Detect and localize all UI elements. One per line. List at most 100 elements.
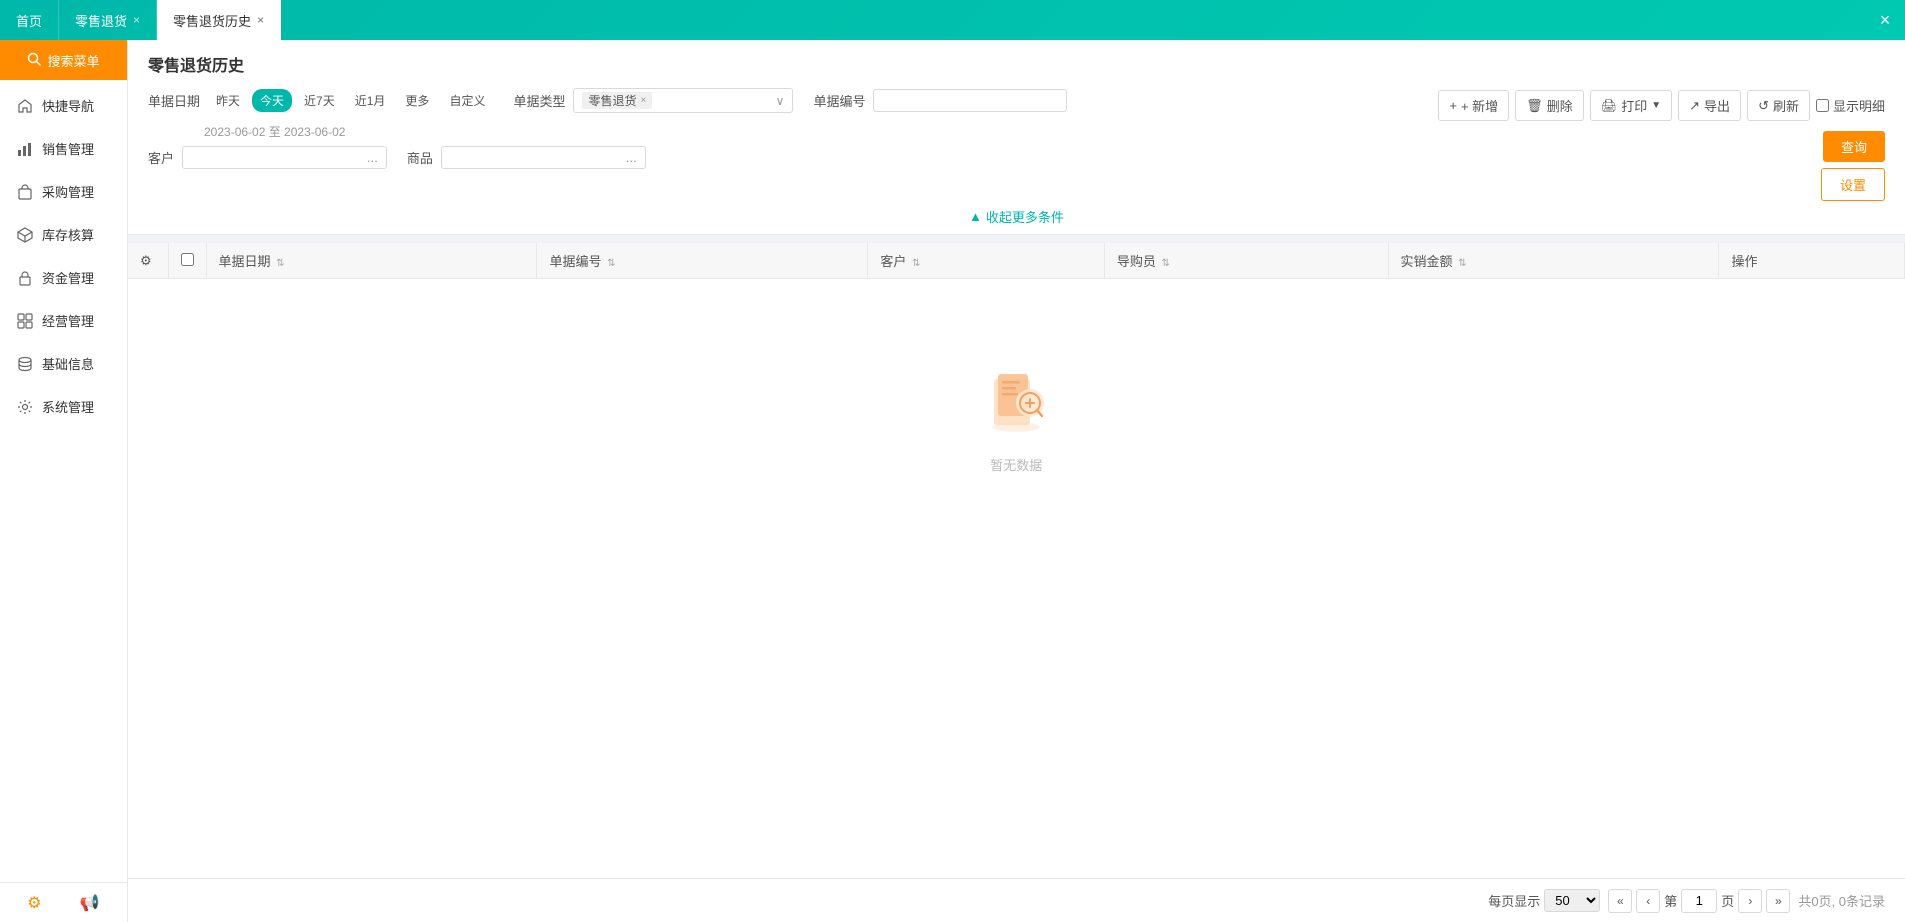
delete-button[interactable]: 🗑 删除 — [1515, 90, 1584, 121]
th-customer-label: 客户 — [880, 254, 906, 269]
filter-customer-input[interactable] — [191, 150, 367, 165]
th-guide-label: 导购员 — [1117, 254, 1156, 269]
query-button[interactable]: 查询 — [1823, 131, 1885, 162]
filter-goods-input[interactable] — [450, 150, 626, 165]
export-button[interactable]: ↗ 导出 — [1678, 90, 1741, 121]
th-amount-sort-icon: ⇅ — [1458, 258, 1466, 269]
bag-icon — [16, 183, 34, 201]
database-icon — [16, 355, 34, 373]
filter-goods-item: 商品 ... — [407, 146, 646, 169]
sidebar-item-finance[interactable]: 资金管理 — [0, 256, 127, 299]
th-checkbox[interactable] — [168, 243, 206, 279]
th-ops: 操作 — [1719, 243, 1905, 279]
next-page-button[interactable]: › — [1738, 889, 1762, 913]
customer-dots-icon[interactable]: ... — [367, 150, 378, 165]
show-detail-checkbox-wrap[interactable]: 显示明细 — [1816, 96, 1885, 115]
table-body: 暂无数据 — [128, 279, 1905, 555]
filter-customer-wrap: ... — [182, 146, 387, 169]
type-tag-label: 零售退货 — [588, 92, 636, 109]
tab-bar: 首页 零售退货 × 零售退货历史 × — [0, 0, 1865, 40]
sidebar-item-basic[interactable]: 基础信息 — [0, 342, 127, 385]
sidebar-item-purchase[interactable]: 采购管理 — [0, 170, 127, 213]
tab-retail-return-close[interactable]: × — [133, 13, 140, 27]
sidebar-item-quick-nav-label: 快捷导航 — [42, 96, 94, 115]
th-customer-sort-icon: ⇅ — [912, 258, 920, 269]
table-settings-icon[interactable]: ⚙ — [140, 253, 152, 268]
type-select-arrow-icon: ∨ — [776, 94, 785, 108]
date-btn-1month[interactable]: 近1月 — [347, 89, 394, 112]
page-nav: « ‹ 第 页 › » — [1608, 889, 1790, 913]
type-tag-close[interactable]: × — [640, 95, 646, 106]
sidebar-item-purchase-label: 采购管理 — [42, 182, 94, 201]
filter-goods-wrap: ... — [441, 146, 646, 169]
top-bar: 首页 零售退货 × 零售退货历史 × × — [0, 0, 1905, 40]
sidebar-item-operation[interactable]: 经营管理 — [0, 299, 127, 342]
filter-customer-item: 客户 ... — [148, 146, 387, 169]
th-date-label: 单据日期 — [219, 254, 271, 269]
empty-icon — [976, 359, 1056, 439]
sidebar-item-sales[interactable]: 销售管理 — [0, 127, 127, 170]
tab-retail-return[interactable]: 零售退货 × — [59, 0, 157, 40]
show-detail-checkbox[interactable] — [1816, 99, 1829, 112]
first-page-button[interactable]: « — [1608, 889, 1632, 913]
main-layout: 搜索菜单 快捷导航 销售管理 — [0, 40, 1905, 922]
date-btn-today[interactable]: 今天 — [252, 89, 292, 112]
tab-home[interactable]: 首页 — [0, 0, 59, 40]
th-guide-sort-icon: ⇅ — [1161, 258, 1169, 269]
date-filter: 昨天 今天 近7天 近1月 更多 自定义 — [208, 89, 493, 112]
new-button[interactable]: + + 新增 — [1438, 90, 1509, 121]
th-number-label: 单据编号 — [549, 254, 601, 269]
delete-icon: 🗑 — [1526, 98, 1543, 114]
sidebar-item-system[interactable]: 系统管理 — [0, 385, 127, 428]
per-page-select-wrap: 每页显示 10 20 50 100 — [1488, 889, 1600, 912]
date-btn-yesterday[interactable]: 昨天 — [208, 89, 248, 112]
th-guide[interactable]: 导购员 ⇅ — [1104, 243, 1388, 279]
tab-home-label: 首页 — [16, 11, 42, 30]
print-button[interactable]: 🖨 打印 ▼ — [1590, 90, 1672, 121]
settings-button[interactable]: 设置 — [1821, 168, 1885, 201]
th-settings[interactable]: ⚙ — [128, 243, 168, 279]
th-amount[interactable]: 实销金额 ⇅ — [1388, 243, 1719, 279]
page-input-wrap: 第 页 — [1664, 889, 1734, 913]
gear-icon — [16, 398, 34, 416]
date-btn-more[interactable]: 更多 — [397, 89, 437, 112]
th-date-sort-icon: ⇅ — [276, 258, 284, 269]
tab-retail-return-history-close[interactable]: × — [257, 13, 264, 27]
new-icon: + — [1449, 98, 1457, 113]
sidebar-item-inventory[interactable]: 库存核算 — [0, 213, 127, 256]
filter-number-input[interactable] — [882, 93, 1058, 108]
th-customer[interactable]: 客户 ⇅ — [868, 243, 1104, 279]
sidebar-search[interactable]: 搜索菜单 — [0, 40, 127, 80]
window-close-button[interactable]: × — [1865, 0, 1905, 40]
th-number-sort-icon: ⇅ — [607, 258, 615, 269]
th-number[interactable]: 单据编号 ⇅ — [537, 243, 868, 279]
page-prefix: 第 — [1664, 891, 1677, 910]
tab-retail-return-history[interactable]: 零售退货历史 × — [157, 0, 281, 40]
filter-row-1: 单据日期 昨天 今天 近7天 近1月 更多 自定义 — [148, 88, 1418, 113]
filter-type-select[interactable]: 零售退货 × ∨ — [573, 88, 793, 113]
empty-state: 暂无数据 — [128, 279, 1905, 554]
date-btn-custom[interactable]: 自定义 — [441, 89, 493, 112]
select-all-checkbox[interactable] — [181, 253, 194, 266]
date-btn-7days[interactable]: 近7天 — [296, 89, 343, 112]
last-page-button[interactable]: » — [1766, 889, 1790, 913]
th-ops-label: 操作 — [1731, 254, 1757, 269]
goods-dots-icon[interactable]: ... — [626, 150, 637, 165]
refresh-button[interactable]: ↺ 刷新 — [1747, 90, 1810, 121]
collapse-button[interactable]: ▲ 收起更多条件 — [969, 207, 1064, 226]
settings-icon[interactable]: ⚙ — [27, 893, 41, 913]
delete-button-label: 删除 — [1547, 96, 1573, 115]
sidebar-item-quick-nav[interactable]: 快捷导航 — [0, 84, 127, 127]
page-number-input[interactable] — [1681, 889, 1717, 913]
filter-number-wrap — [873, 89, 1067, 112]
th-date[interactable]: 单据日期 ⇅ — [206, 243, 537, 279]
show-detail-label: 显示明细 — [1833, 96, 1885, 115]
per-page-select[interactable]: 10 20 50 100 — [1544, 889, 1600, 912]
per-page-label: 每页显示 — [1488, 891, 1540, 910]
speaker-icon[interactable]: 📢 — [80, 893, 100, 913]
filter-type-item: 单据类型 零售退货 × ∨ — [513, 88, 793, 113]
box-icon — [16, 226, 34, 244]
prev-page-button[interactable]: ‹ — [1636, 889, 1660, 913]
sidebar-item-inventory-label: 库存核算 — [42, 225, 94, 244]
empty-text: 暂无数据 — [990, 455, 1042, 474]
